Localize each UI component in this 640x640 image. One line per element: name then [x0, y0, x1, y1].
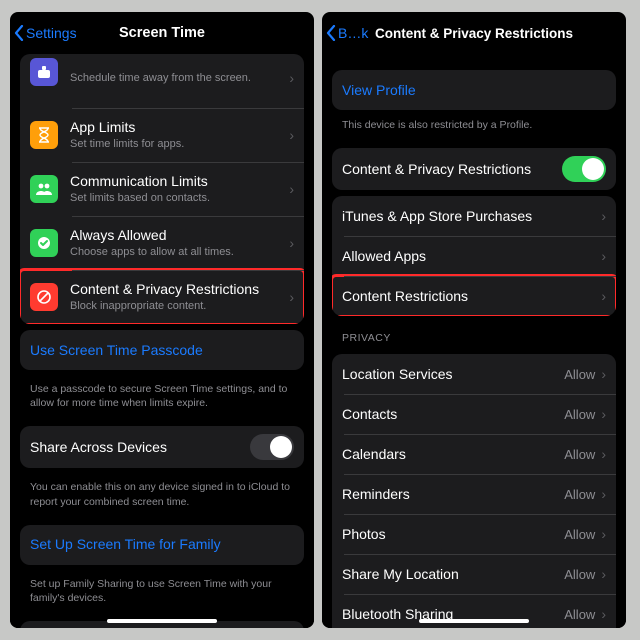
row-sublabel: Block inappropriate content. [70, 300, 283, 313]
row-contacts[interactable]: Contacts Allow › [332, 394, 616, 434]
row-location-services[interactable]: Location Services Allow › [332, 354, 616, 394]
chevron-right-icon: › [601, 446, 606, 462]
row-allowed-apps[interactable]: Allowed Apps › [332, 236, 616, 276]
row-label: iTunes & App Store Purchases [342, 208, 595, 225]
row-share-my-location[interactable]: Share My Location Allow › [332, 554, 616, 594]
row-setup-family[interactable]: Set Up Screen Time for Family [20, 525, 304, 565]
chevron-right-icon: › [601, 566, 606, 582]
hourglass-icon [30, 121, 58, 149]
chevron-right-icon: › [601, 486, 606, 502]
row-value: Allow [564, 567, 595, 582]
row-sublabel: Schedule time away from the screen. [70, 72, 283, 85]
home-indicator[interactable] [107, 619, 217, 623]
toggle-cpr[interactable] [562, 156, 606, 182]
row-label: App Limits [70, 119, 283, 136]
chevron-right-icon: › [289, 127, 294, 143]
page-title: Screen Time [10, 25, 314, 41]
chevron-right-icon: › [601, 406, 606, 422]
row-label: Content Restrictions [342, 288, 595, 305]
row-label: Set Up Screen Time for Family [30, 536, 294, 553]
footnote-passcode: Use a passcode to secure Screen Time set… [10, 376, 314, 420]
chevron-right-icon: › [289, 235, 294, 251]
footnote-share: You can enable this on any device signed… [10, 474, 314, 518]
row-share-across-devices[interactable]: Share Across Devices [20, 426, 304, 468]
row-value: Allow [564, 367, 595, 382]
row-label: View Profile [342, 82, 606, 99]
navbar: B…k Content & Privacy Restrictions [322, 12, 626, 52]
row-label: Share Across Devices [30, 439, 250, 456]
row-calendars[interactable]: Calendars Allow › [332, 434, 616, 474]
row-sublabel: Choose apps to allow at all times. [70, 246, 283, 259]
people-icon [30, 175, 58, 203]
row-view-profile[interactable]: View Profile [332, 70, 616, 110]
row-app-limits[interactable]: App Limits Set time limits for apps. › [20, 108, 304, 162]
row-use-passcode[interactable]: Use Screen Time Passcode [20, 330, 304, 370]
row-sublabel: Set time limits for apps. [70, 138, 283, 151]
footnote-profile: This device is also restricted by a Prof… [322, 116, 626, 142]
row-reminders[interactable]: Reminders Allow › [332, 474, 616, 514]
page-title: Content & Privacy Restrictions [322, 26, 626, 41]
screen-time-screen: Settings Screen Time Schedule time away … [10, 12, 314, 628]
scroll-area[interactable]: Schedule time away from the screen. › Ap… [10, 52, 314, 628]
row-label: Allowed Apps [342, 248, 595, 265]
row-content-privacy-restrictions[interactable]: Content & Privacy Restrictions Block ina… [20, 270, 304, 324]
content-privacy-screen: B…k Content & Privacy Restrictions View … [322, 12, 626, 628]
footnote-family: Set up Family Sharing to use Screen Time… [10, 571, 314, 615]
chevron-right-icon: › [289, 70, 294, 86]
row-label: Content & Privacy Restrictions [342, 161, 562, 178]
row-value: Allow [564, 487, 595, 502]
row-label: Photos [342, 526, 558, 543]
chevron-right-icon: › [601, 606, 606, 622]
row-communication-limits[interactable]: Communication Limits Set limits based on… [20, 162, 304, 216]
row-cpr-toggle[interactable]: Content & Privacy Restrictions [332, 148, 616, 190]
no-entry-icon [30, 283, 58, 311]
row-label: Calendars [342, 446, 558, 463]
row-value: Allow [564, 607, 595, 622]
row-label: Use Screen Time Passcode [30, 342, 294, 359]
row-always-allowed[interactable]: Always Allowed Choose apps to allow at a… [20, 216, 304, 270]
row-label: Reminders [342, 486, 558, 503]
chevron-right-icon: › [289, 181, 294, 197]
row-sublabel: Set limits based on contacts. [70, 192, 283, 205]
row-value: Allow [564, 407, 595, 422]
chevron-right-icon: › [601, 526, 606, 542]
chevron-right-icon: › [601, 366, 606, 382]
row-content-restrictions[interactable]: Content Restrictions › [332, 276, 616, 316]
row-value: Allow [564, 447, 595, 462]
chevron-right-icon: › [601, 208, 606, 224]
row-itunes-purchases[interactable]: iTunes & App Store Purchases › [332, 196, 616, 236]
chevron-right-icon: › [601, 288, 606, 304]
navbar: Settings Screen Time [10, 12, 314, 52]
row-label: Contacts [342, 406, 558, 423]
checkmark-icon [30, 229, 58, 257]
row-photos[interactable]: Photos Allow › [332, 514, 616, 554]
home-indicator[interactable] [419, 619, 529, 623]
row-value: Allow [564, 527, 595, 542]
row-label: Communication Limits [70, 173, 283, 190]
section-header-privacy: Privacy [322, 322, 626, 348]
row-label: Location Services [342, 366, 558, 383]
row-label: Content & Privacy Restrictions [70, 281, 283, 298]
row-downtime[interactable]: Schedule time away from the screen. › [20, 54, 304, 108]
chevron-right-icon: › [289, 289, 294, 305]
downtime-icon [30, 58, 58, 86]
row-label: Always Allowed [70, 227, 283, 244]
toggle-share-across-devices[interactable] [250, 434, 294, 460]
scroll-area[interactable]: View Profile This device is also restric… [322, 52, 626, 628]
row-label: Share My Location [342, 566, 558, 583]
chevron-right-icon: › [601, 248, 606, 264]
